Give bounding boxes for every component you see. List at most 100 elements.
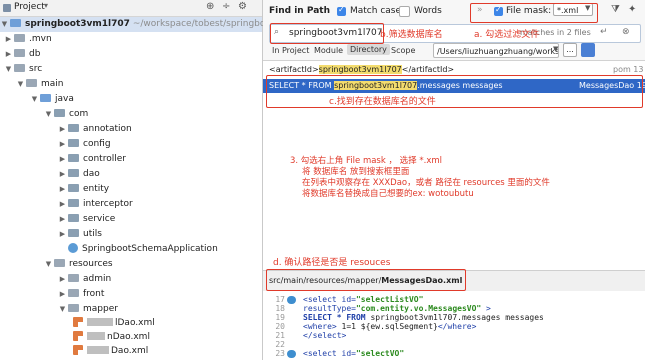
- tree-item-service[interactable]: ▶ service: [58, 212, 115, 227]
- file-name: Dao.xml: [111, 346, 149, 356]
- tree-file-xml[interactable]: Dao.xml: [72, 344, 148, 359]
- chevron-right-icon[interactable]: ▶: [58, 137, 67, 152]
- package-icon: [68, 214, 79, 222]
- recursive-icon[interactable]: [581, 43, 595, 57]
- annotation-line: 将数据库名替换成自己想要的ex: wotoubutu: [302, 189, 474, 199]
- tab-in-project[interactable]: In Project: [272, 46, 309, 55]
- tree-file-xml[interactable]: lDao.xml: [72, 316, 155, 331]
- chevron-right-icon[interactable]: ▶: [58, 167, 67, 182]
- resources-folder-icon: [54, 259, 65, 267]
- chevron-right-icon[interactable]: ▶: [4, 32, 13, 47]
- line-number: 21: [275, 331, 285, 340]
- line-number: 22: [275, 340, 285, 349]
- tree-item-label: config: [83, 139, 111, 149]
- mybatis-gutter-icon[interactable]: [287, 296, 296, 304]
- tree-item-db[interactable]: ▶ db: [4, 47, 40, 62]
- chevron-right-icon[interactable]: ▶: [58, 287, 67, 302]
- tab-module[interactable]: Module: [314, 46, 343, 55]
- result-file: pom 13: [613, 65, 644, 74]
- tree-item-mvn[interactable]: ▶ .mvn: [4, 32, 52, 47]
- chevron-down-icon[interactable]: ▼: [44, 107, 53, 122]
- tree-item-app[interactable]: SpringbootSchemaApplication: [67, 242, 218, 257]
- chevron-down-icon[interactable]: ▼: [0, 17, 9, 32]
- tree-item-interceptor[interactable]: ▶ interceptor: [58, 197, 133, 212]
- tab-scope[interactable]: Scope: [391, 46, 415, 55]
- chevron-down-icon[interactable]: ▼: [58, 302, 67, 317]
- match-case-checkbox[interactable]: [337, 5, 346, 16]
- tree-item-annotation[interactable]: ▶ annotation: [58, 122, 132, 137]
- words-checkbox[interactable]: [399, 6, 410, 17]
- tree-item-admin[interactable]: ▶ admin: [58, 272, 111, 287]
- collapse-icon[interactable]: ÷: [222, 1, 230, 12]
- chevron-right-icon[interactable]: ▶: [58, 182, 67, 197]
- chevron-down-icon[interactable]: ▼: [30, 92, 39, 107]
- chevron-down-icon[interactable]: ▾: [44, 1, 48, 10]
- tree-item-label: utils: [83, 229, 102, 239]
- code-line: <where> 1=1 ${ew.sqlSegment}</where>: [303, 322, 476, 331]
- tree-item-main[interactable]: ▼ main: [16, 77, 64, 92]
- locate-icon[interactable]: ⊕: [206, 1, 214, 12]
- tree-item-entity[interactable]: ▶ entity: [58, 182, 109, 197]
- tree-item-utils[interactable]: ▶ utils: [58, 227, 102, 242]
- filter-icon[interactable]: ⧩: [611, 4, 620, 15]
- tree-item-dao[interactable]: ▶ dao: [58, 167, 100, 182]
- redacted-text: [87, 346, 109, 354]
- code-line: <select id="selectListVO": [303, 295, 423, 304]
- tree-item-front[interactable]: ▶ front: [58, 287, 104, 302]
- tree-item-mapper[interactable]: ▼ mapper: [58, 302, 118, 317]
- folder-icon: [14, 64, 25, 72]
- code-token: "com.entity.vo.MessagesVO": [355, 304, 482, 313]
- result-row[interactable]: <artifactId>springboot3vm1l707</artifact…: [269, 65, 454, 74]
- code-token: resultType=: [303, 304, 356, 313]
- words-label[interactable]: Words: [414, 6, 442, 16]
- match-case-label[interactable]: Match case: [350, 6, 401, 16]
- tree-item-controller[interactable]: ▶ controller: [58, 152, 126, 167]
- chevron-down-icon[interactable]: ▼: [16, 77, 25, 92]
- pin-icon[interactable]: ✦: [628, 4, 636, 15]
- chevron-right-icon[interactable]: ▶: [58, 272, 67, 287]
- chevron-right-icon[interactable]: ▶: [58, 227, 67, 242]
- gear-icon[interactable]: ⚙: [238, 1, 247, 12]
- browse-button[interactable]: ...: [563, 43, 577, 57]
- chevron-down-icon[interactable]: ▼: [553, 45, 558, 53]
- project-panel: Project ▾ ⊕ ÷ ⚙ ▼ springboot3vm1l707 ~/wo…: [0, 0, 320, 360]
- tree-file-xml[interactable]: nDao.xml: [72, 330, 150, 345]
- package-icon: [68, 139, 79, 147]
- tree-item-src[interactable]: ▼ src: [4, 62, 42, 77]
- code-token: </where>: [437, 322, 477, 331]
- tree-item-com[interactable]: ▼ com: [44, 107, 88, 122]
- annotation-c: c.找到存在数据库名的文件: [329, 97, 436, 107]
- project-title[interactable]: Project: [14, 2, 45, 12]
- line-number: 17: [275, 295, 285, 304]
- chevron-right-icon[interactable]: ▶: [58, 212, 67, 227]
- package-icon: [68, 154, 79, 162]
- tree-item-java[interactable]: ▼ java: [30, 92, 74, 107]
- annotation-b: b.筛选数据库名: [380, 30, 443, 40]
- project-icon: [3, 4, 11, 12]
- line-number: 20: [275, 322, 285, 331]
- tree-item-label: controller: [83, 154, 126, 164]
- tree-item-config[interactable]: ▶ config: [58, 137, 111, 152]
- chevron-down-icon[interactable]: ▼: [4, 62, 13, 77]
- file-name: nDao.xml: [107, 332, 150, 342]
- tab-directory[interactable]: Directory: [347, 44, 390, 55]
- folder-icon: [14, 49, 25, 57]
- folder-icon: [68, 289, 79, 297]
- directory-input[interactable]: /Users/liuzhuangzhuang/workspace/tob: [433, 43, 559, 58]
- chevron-right-icon[interactable]: ▶: [58, 152, 67, 167]
- tree-item-label: resources: [69, 259, 113, 269]
- annotation-line: 3. 勾选右上角 File mask ， 选择 *.xml: [290, 156, 443, 166]
- code-preview[interactable]: 17 <select id="selectListVO" 18 resultTy…: [263, 291, 645, 360]
- chevron-right-icon[interactable]: ▶: [4, 47, 13, 62]
- tree-item-label: mapper: [83, 304, 118, 314]
- chevron-down-icon[interactable]: ▼: [44, 257, 53, 272]
- newline-icon[interactable]: ↵: [600, 27, 608, 37]
- mybatis-gutter-icon[interactable]: [287, 350, 296, 358]
- clear-icon[interactable]: ⊗: [622, 27, 630, 37]
- tree-item-label: front: [83, 289, 105, 299]
- tree-root-row[interactable]: ▼ springboot3vm1l707 ~/workspace/tobest/s…: [0, 17, 320, 32]
- tree-item-resources[interactable]: ▼ resources: [44, 257, 113, 272]
- chevron-right-icon[interactable]: ▶: [58, 122, 67, 137]
- annotation-line: 将 数据库名 放到搜索框里面: [302, 167, 410, 177]
- chevron-right-icon[interactable]: ▶: [58, 197, 67, 212]
